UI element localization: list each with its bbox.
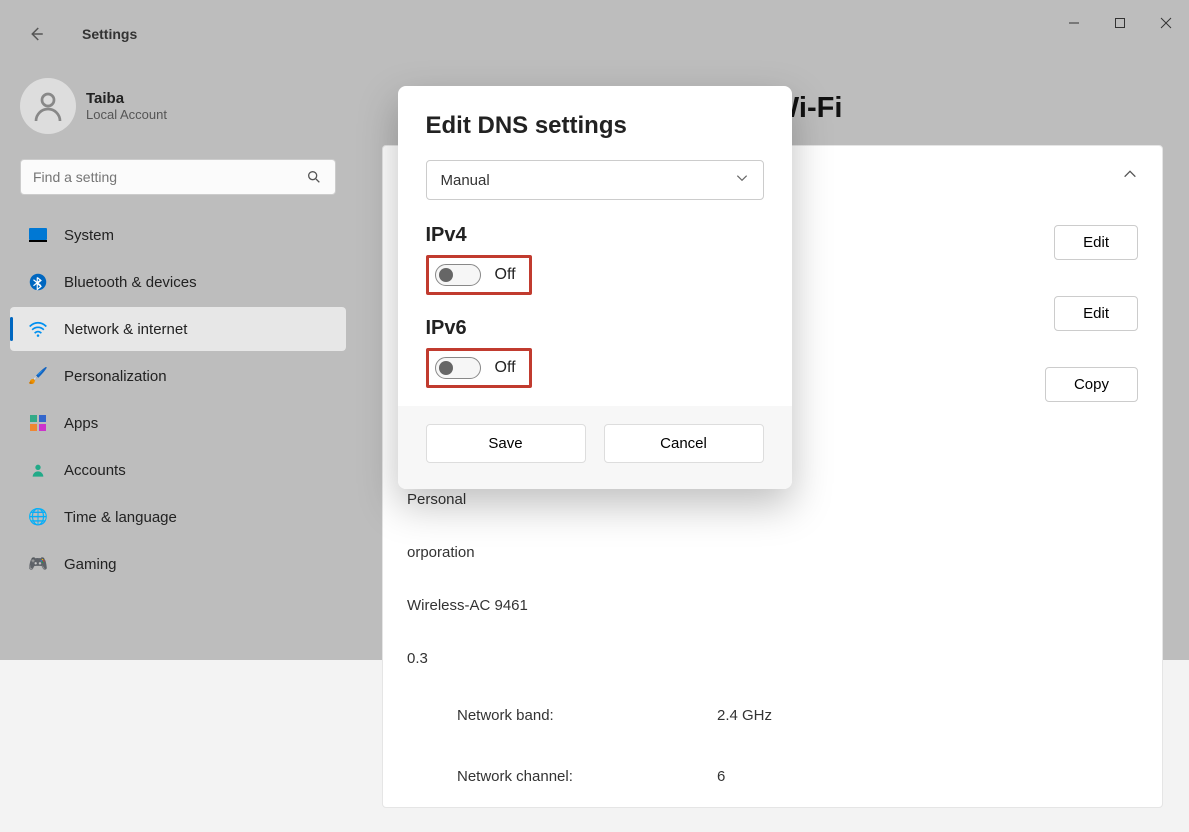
close-button[interactable] — [1143, 0, 1189, 46]
security-value: Personal — [407, 491, 1138, 508]
sidebar-item-personalization[interactable]: 🖌️ Personalization — [10, 354, 346, 398]
sidebar-item-time-language[interactable]: 🌐 Time & language — [10, 495, 346, 539]
network-channel-value: 6 — [717, 768, 725, 785]
sidebar-item-label: Bluetooth & devices — [64, 274, 197, 291]
app-title: Settings — [82, 26, 137, 42]
ipv4-toggle-row: Off — [426, 255, 532, 295]
sidebar-item-label: Apps — [64, 415, 98, 432]
sidebar-item-label: Gaming — [64, 556, 117, 573]
search-icon — [306, 169, 322, 190]
sidebar-item-accounts[interactable]: Accounts — [10, 448, 346, 492]
person-icon — [28, 460, 48, 480]
edit-dns-modal: Edit DNS settings Manual IPv4 Off IPv6 O… — [398, 86, 792, 489]
driver-version-value: 0.3 — [407, 650, 1138, 667]
bluetooth-icon — [28, 272, 48, 292]
sidebar-item-apps[interactable]: Apps — [10, 401, 346, 445]
sidebar-item-bluetooth[interactable]: Bluetooth & devices — [10, 260, 346, 304]
ipv6-state: Off — [495, 359, 516, 377]
ipv4-label: IPv4 — [426, 224, 764, 247]
ipv4-state: Off — [495, 266, 516, 284]
ipv6-toggle-row: Off — [426, 348, 532, 388]
window-controls — [1051, 0, 1189, 46]
select-value: Manual — [441, 172, 490, 189]
apps-icon — [28, 413, 48, 433]
edit-ip-button[interactable]: Edit — [1054, 225, 1138, 260]
maximize-button[interactable] — [1097, 0, 1143, 46]
network-channel-key: Network channel: — [457, 768, 717, 785]
ipv4-toggle[interactable] — [435, 264, 481, 286]
dns-mode-select[interactable]: Manual — [426, 160, 764, 200]
edit-dns-button[interactable]: Edit — [1054, 296, 1138, 331]
sidebar-item-label: Network & internet — [64, 321, 187, 338]
wifi-icon — [28, 319, 48, 339]
copy-button[interactable]: Copy — [1045, 367, 1138, 402]
manufacturer-value: orporation — [407, 544, 1138, 561]
sidebar-item-network[interactable]: Network & internet — [10, 307, 346, 351]
gaming-icon: 🎮 — [28, 554, 48, 574]
minimize-button[interactable] — [1051, 0, 1097, 46]
description-value: Wireless-AC 9461 — [407, 597, 1138, 614]
chevron-up-icon[interactable] — [1122, 166, 1138, 187]
avatar — [20, 78, 76, 134]
ipv6-label: IPv6 — [426, 317, 764, 340]
user-name: Taiba — [86, 90, 167, 107]
ipv6-toggle[interactable] — [435, 357, 481, 379]
paint-icon: 🖌️ — [28, 366, 48, 386]
network-band-value: 2.4 GHz — [717, 707, 772, 724]
user-block[interactable]: Taiba Local Account — [0, 68, 356, 144]
sidebar-nav: System Bluetooth & devices Network & int… — [0, 213, 356, 586]
back-button[interactable] — [20, 18, 52, 50]
modal-title: Edit DNS settings — [426, 112, 764, 140]
network-band-key: Network band: — [457, 707, 717, 724]
display-icon — [28, 225, 48, 245]
save-button[interactable]: Save — [426, 424, 586, 463]
sidebar-item-label: Personalization — [64, 368, 167, 385]
globe-icon: 🌐 — [28, 507, 48, 527]
sidebar-item-label: Accounts — [64, 462, 126, 479]
sidebar-item-label: System — [64, 227, 114, 244]
chevron-down-icon — [735, 171, 749, 189]
user-subtitle: Local Account — [86, 107, 167, 122]
sidebar-item-label: Time & language — [64, 509, 177, 526]
cancel-button[interactable]: Cancel — [604, 424, 764, 463]
sidebar-item-gaming[interactable]: 🎮 Gaming — [10, 542, 346, 586]
sidebar-item-system[interactable]: System — [10, 213, 346, 257]
search-input[interactable] — [20, 159, 336, 195]
